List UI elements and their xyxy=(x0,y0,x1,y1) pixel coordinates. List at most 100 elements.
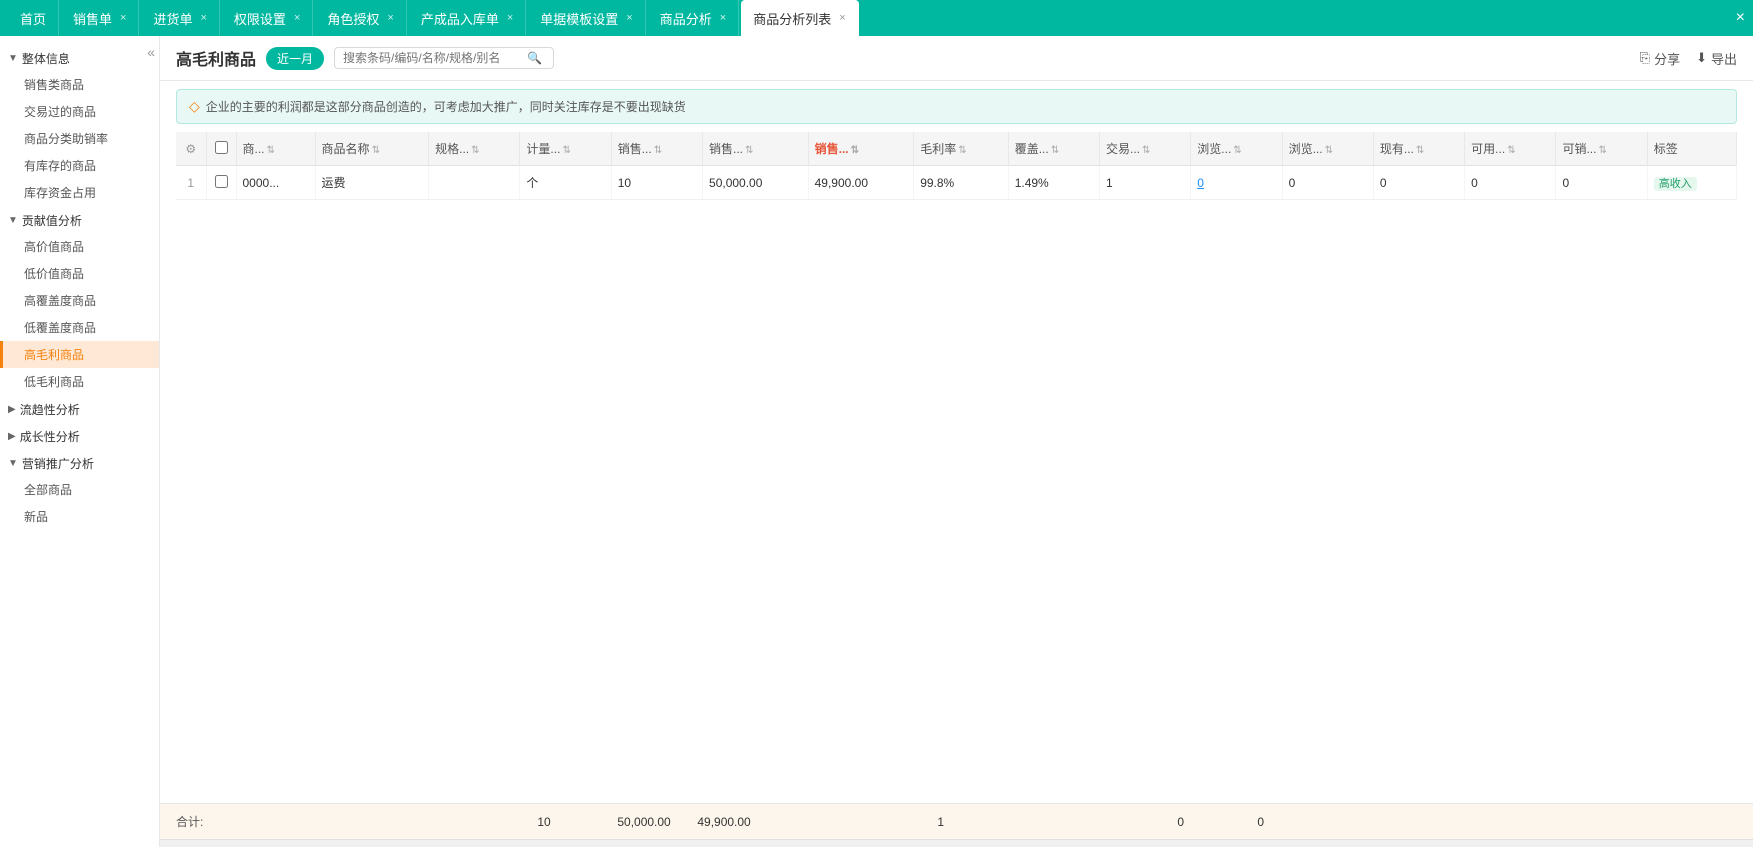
sidebar-item-category-rate[interactable]: 商品分类助销率 xyxy=(0,125,159,152)
arrow-icon-overall: ▼ xyxy=(8,53,18,64)
cell-sale-profit: 49,900.00 xyxy=(808,166,914,200)
sort-icon-view2[interactable]: ⇅ xyxy=(1325,145,1333,156)
sidebar-group-overall[interactable]: ▼ 整体信息 xyxy=(0,44,159,71)
col-trade: 交易...⇅ xyxy=(1099,132,1190,166)
sidebar-group-growth-label: 成长性分析 xyxy=(20,428,80,445)
nav-tab-template-close[interactable]: × xyxy=(626,12,632,24)
sidebar-item-new-goods[interactable]: 新品 xyxy=(0,503,159,530)
select-all-checkbox[interactable] xyxy=(215,141,228,154)
table-row: 1 0000... 运费 个 10 50,000.00 49,900.00 99… xyxy=(176,166,1737,200)
nav-tab-analysis[interactable]: 商品分析 × xyxy=(648,0,739,36)
sidebar-group-marketing-label: 营销推广分析 xyxy=(22,455,94,472)
nav-tab-analysis-list-close[interactable]: × xyxy=(839,12,845,24)
nav-tab-sales[interactable]: 销售单 × xyxy=(61,0,139,36)
tip-bar: ◇ 企业的主要的利润都是这部分商品创造的，可考虑加大推广，同时关注库存是不要出现… xyxy=(176,89,1737,124)
nav-tab-product-entry-close[interactable]: × xyxy=(507,12,513,24)
nav-tab-template[interactable]: 单据模板设置 × xyxy=(528,0,645,36)
sort-icon-sale-profit[interactable]: ⇅ xyxy=(851,145,859,156)
cell-spec xyxy=(429,166,520,200)
tip-text: 企业的主要的利润都是这部分商品创造的，可考虑加大推广，同时关注库存是不要出现缺货 xyxy=(206,98,686,115)
sidebar-item-sales-goods[interactable]: 销售类商品 xyxy=(0,71,159,98)
col-sale-profit: 销售...⇅ xyxy=(808,132,914,166)
sort-icon-name[interactable]: ⇅ xyxy=(372,145,380,156)
sidebar-item-high-coverage[interactable]: 高覆盖度商品 xyxy=(0,287,159,314)
nav-tab-sales-close[interactable]: × xyxy=(120,12,126,24)
sidebar-item-low-value[interactable]: 低价值商品 xyxy=(0,260,159,287)
col-settings[interactable]: ⚙ xyxy=(176,132,206,166)
nav-tab-purchase[interactable]: 进货单 × xyxy=(141,0,219,36)
sort-icon-view1[interactable]: ⇅ xyxy=(1233,145,1241,156)
sidebar-item-low-coverage[interactable]: 低覆盖度商品 xyxy=(0,314,159,341)
sidebar-collapse-btn[interactable]: « xyxy=(147,44,155,60)
arrow-icon-growth: ▶ xyxy=(8,431,16,442)
cell-view2: 0 xyxy=(1282,166,1373,200)
nav-tab-purchase-close[interactable]: × xyxy=(200,12,206,24)
sidebar-item-all-goods[interactable]: 全部商品 xyxy=(0,476,159,503)
footer-cell-available: 0 xyxy=(1251,815,1331,829)
sidebar-item-traded-goods[interactable]: 交易过的商品 xyxy=(0,98,159,125)
footer-cell-view2-empty xyxy=(1091,815,1171,829)
col-unit: 计量...⇅ xyxy=(520,132,611,166)
sidebar-item-high-value[interactable]: 高价值商品 xyxy=(0,233,159,260)
col-checkbox[interactable] xyxy=(206,132,236,166)
nav-tab-role[interactable]: 角色授权 × xyxy=(315,0,406,36)
sort-icon-current[interactable]: ⇅ xyxy=(1416,145,1424,156)
cell-checkbox[interactable] xyxy=(206,166,236,200)
export-btn[interactable]: ⬇ 导出 xyxy=(1696,49,1737,68)
sort-icon-sale-count[interactable]: ⇅ xyxy=(654,145,662,156)
nav-tab-product-entry[interactable]: 产成品入库单 × xyxy=(409,0,526,36)
top-nav: 首页 销售单 × 进货单 × 权限设置 × 角色授权 × 产成品入库单 × 单据… xyxy=(0,0,1753,36)
sort-icon-code[interactable]: ⇅ xyxy=(267,145,275,156)
sidebar-group-trend[interactable]: ▶ 流趋性分析 xyxy=(0,395,159,422)
sort-icon-trade[interactable]: ⇅ xyxy=(1142,145,1150,156)
sort-icon-margin-rate[interactable]: ⇅ xyxy=(958,145,966,156)
cell-current: 0 xyxy=(1373,166,1464,200)
sidebar-group-growth[interactable]: ▶ 成长性分析 xyxy=(0,422,159,449)
nav-tab-analysis-close[interactable]: × xyxy=(720,12,726,24)
page-title: 高毛利商品 xyxy=(176,46,256,70)
col-available: 可用...⇅ xyxy=(1465,132,1556,166)
cell-code: 0000... xyxy=(236,166,315,200)
sort-icon-available[interactable]: ⇅ xyxy=(1507,145,1515,156)
sidebar-group-marketing[interactable]: ▼ 营销推广分析 xyxy=(0,449,159,476)
sidebar-item-high-margin[interactable]: 高毛利商品 xyxy=(0,341,159,368)
sort-icon-coverage[interactable]: ⇅ xyxy=(1051,145,1059,156)
sidebar-group-overall-label: 整体信息 xyxy=(22,50,70,67)
share-btn[interactable]: ⎘ 分享 xyxy=(1640,49,1680,68)
cell-tag: 高收入 xyxy=(1647,166,1736,200)
footer-cell-sale-profit: 49,900.00 xyxy=(691,815,771,829)
sort-icon-unit[interactable]: ⇅ xyxy=(562,145,570,156)
sort-icon-sale-amount[interactable]: ⇅ xyxy=(745,145,753,156)
sidebar-item-low-margin[interactable]: 低毛利商品 xyxy=(0,368,159,395)
col-tag: 标签 xyxy=(1647,132,1736,166)
filter-btn-month[interactable]: 近一月 xyxy=(266,47,324,70)
cell-view1[interactable]: 0 xyxy=(1191,166,1282,200)
nav-close-all[interactable]: × xyxy=(1736,9,1745,27)
footer-cell-coverage-empty xyxy=(851,815,931,829)
sidebar-group-contribution-label: 贡献值分析 xyxy=(22,212,82,229)
nav-tab-permission-label: 权限设置 xyxy=(234,9,286,28)
cell-unit: 个 xyxy=(520,166,611,200)
nav-tab-permission-close[interactable]: × xyxy=(294,12,300,24)
sidebar-group-contribution[interactable]: ▼ 贡献值分析 xyxy=(0,206,159,233)
nav-tab-analysis-list[interactable]: 商品分析列表 × xyxy=(741,0,858,36)
nav-tab-role-label: 角色授权 xyxy=(327,9,379,28)
nav-tab-role-close[interactable]: × xyxy=(387,12,393,24)
row-checkbox[interactable] xyxy=(215,175,228,188)
cell-available: 0 xyxy=(1465,166,1556,200)
nav-tab-permission[interactable]: 权限设置 × xyxy=(222,0,313,36)
sort-icon-spec[interactable]: ⇅ xyxy=(471,145,479,156)
search-input[interactable] xyxy=(343,51,523,65)
footer-label: 合计: xyxy=(176,813,203,830)
sidebar-item-stock-capital[interactable]: 库存资金占用 xyxy=(0,179,159,206)
nav-tab-home[interactable]: 首页 xyxy=(8,0,59,36)
cell-sale-amount: 50,000.00 xyxy=(703,166,809,200)
sort-icon-sellable[interactable]: ⇅ xyxy=(1598,145,1606,156)
sidebar-group-trend-label: 流趋性分析 xyxy=(20,401,80,418)
sidebar: « ▼ 整体信息 销售类商品 交易过的商品 商品分类助销率 有库存的商品 库存资… xyxy=(0,36,160,847)
footer-cell-view1-empty xyxy=(1011,815,1091,829)
col-sale-amount: 销售...⇅ xyxy=(703,132,809,166)
arrow-icon-marketing: ▼ xyxy=(8,458,18,469)
search-icon[interactable]: 🔍 xyxy=(527,51,542,65)
sidebar-item-in-stock[interactable]: 有库存的商品 xyxy=(0,152,159,179)
